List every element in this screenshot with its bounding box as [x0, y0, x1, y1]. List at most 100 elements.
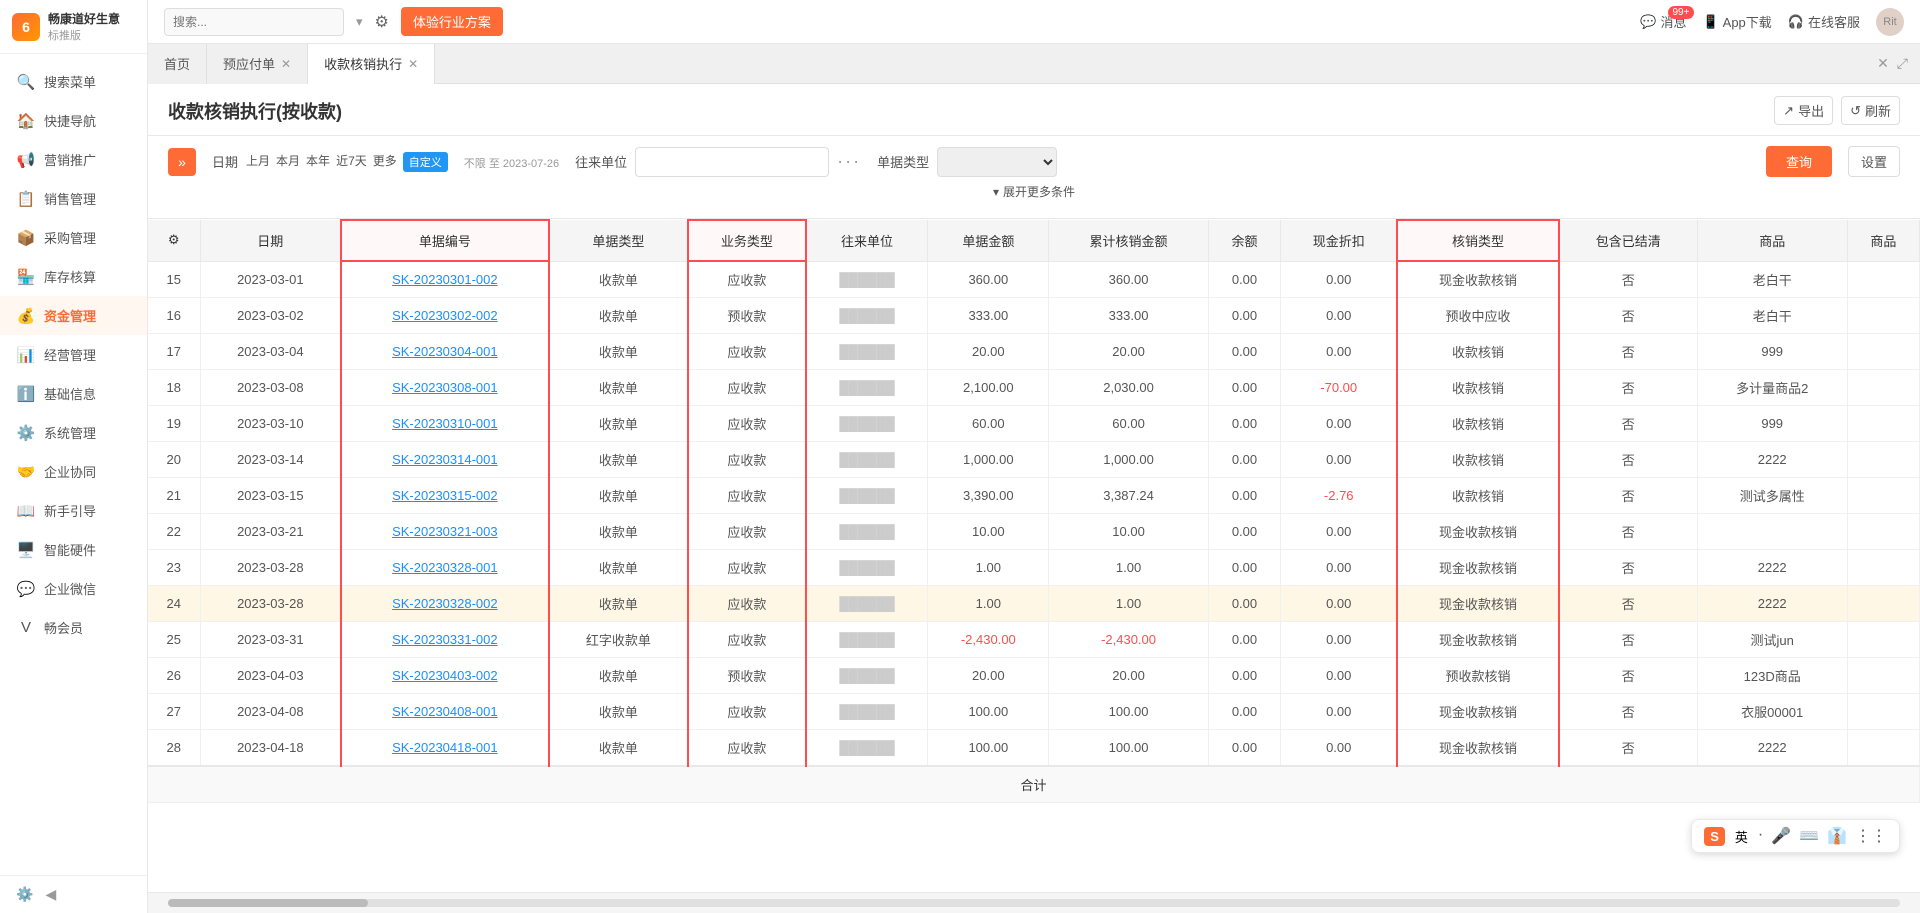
tab-home[interactable]: 首页: [148, 44, 207, 84]
date-option-本月[interactable]: 本月: [276, 152, 300, 172]
ime-dot-icon[interactable]: ·: [1758, 826, 1763, 846]
tab-close-pre-receivable[interactable]: ✕: [281, 57, 291, 71]
settings-button[interactable]: 设置: [1848, 146, 1900, 177]
cell-voucher_no[interactable]: SK-20230403-002: [341, 658, 549, 694]
sidebar-item-marketing[interactable]: 📢营销推广: [0, 140, 147, 179]
ime-lang-label[interactable]: 英: [1735, 827, 1748, 846]
tab-pre-receivable[interactable]: 预应付单✕: [207, 44, 308, 84]
user-avatar[interactable]: Rit: [1876, 8, 1904, 36]
sidebar-item-hardware[interactable]: 🖥️智能硬件: [0, 530, 147, 569]
table-row[interactable]: 162023-03-02SK-20230302-002收款单预收款██████3…: [148, 298, 1920, 334]
horizontal-scrollbar[interactable]: [168, 899, 1900, 907]
topbar-online-service[interactable]: 🎧 在线客服: [1788, 12, 1860, 31]
counterparty-input[interactable]: [635, 147, 829, 177]
cell-voucher_no[interactable]: SK-20230310-001: [341, 406, 549, 442]
tab-close-collection-verify[interactable]: ✕: [408, 57, 418, 71]
cell-voucher_no[interactable]: SK-20230301-002: [341, 261, 549, 298]
date-option-上月[interactable]: 上月: [246, 152, 270, 172]
cell-verify_type: 收款核销: [1397, 370, 1558, 406]
voucher-link[interactable]: SK-20230331-002: [392, 632, 498, 647]
table-row[interactable]: 212023-03-15SK-20230315-002收款单应收款██████3…: [148, 478, 1920, 514]
table-row[interactable]: 182023-03-08SK-20230308-001收款单应收款██████2…: [148, 370, 1920, 406]
voucher-link[interactable]: SK-20230310-001: [392, 416, 498, 431]
table-row[interactable]: 232023-03-28SK-20230328-001收款单应收款██████1…: [148, 550, 1920, 586]
settings-icon[interactable]: ⚙️: [16, 886, 33, 903]
collapse-icon[interactable]: ◀: [45, 886, 56, 903]
table-row[interactable]: 252023-03-31SK-20230331-002红字收款单应收款█████…: [148, 622, 1920, 658]
voucher-link[interactable]: SK-20230408-001: [392, 704, 498, 719]
sidebar-item-wechat[interactable]: 💬企业微信: [0, 569, 147, 608]
cell-amount: 1.00: [928, 586, 1049, 622]
table-row[interactable]: 272023-04-08SK-20230408-001收款单应收款██████1…: [148, 694, 1920, 730]
voucher-link[interactable]: SK-20230308-001: [392, 380, 498, 395]
voucher-link[interactable]: SK-20230302-002: [392, 308, 498, 323]
cell-voucher_no[interactable]: SK-20230315-002: [341, 478, 549, 514]
voucher-link[interactable]: SK-20230418-001: [392, 740, 498, 755]
topbar-search-input[interactable]: [164, 8, 344, 36]
sidebar-item-search[interactable]: 🔍搜索菜单: [0, 62, 147, 101]
refresh-button[interactable]: ↺刷新: [1841, 96, 1900, 125]
col-header-settings[interactable]: ⚙: [148, 220, 200, 261]
voucher-link[interactable]: SK-20230315-002: [392, 488, 498, 503]
sidebar-item-purchase[interactable]: 📦采购管理: [0, 218, 147, 257]
voucher-link[interactable]: SK-20230328-002: [392, 596, 498, 611]
sidebar-item-sales[interactable]: 📋销售管理: [0, 179, 147, 218]
voucher-link[interactable]: SK-20230301-002: [392, 272, 498, 287]
ime-shirt-icon[interactable]: 👔: [1827, 826, 1847, 846]
sidebar-item-inventory[interactable]: 🏪库存核算: [0, 257, 147, 296]
sidebar-item-basic[interactable]: ℹ️基础信息: [0, 374, 147, 413]
date-custom-button[interactable]: 自定义: [403, 152, 448, 172]
cell-voucher_no[interactable]: SK-20230408-001: [341, 694, 549, 730]
topbar-gear-icon[interactable]: ⚙: [375, 12, 389, 32]
export-button[interactable]: ↗导出: [1774, 96, 1833, 125]
cell-voucher_no[interactable]: SK-20230302-002: [341, 298, 549, 334]
cell-voucher_no[interactable]: SK-20230321-003: [341, 514, 549, 550]
voucher-type-select[interactable]: [937, 147, 1057, 177]
voucher-link[interactable]: SK-20230328-001: [392, 560, 498, 575]
date-option-更多[interactable]: 更多: [373, 152, 397, 172]
table-row[interactable]: 222023-03-21SK-20230321-003收款单应收款██████1…: [148, 514, 1920, 550]
sidebar-item-enterprise[interactable]: 🤝企业协同: [0, 452, 147, 491]
counterparty-dots[interactable]: ···: [837, 151, 861, 172]
tab-collection-verify[interactable]: 收款核销执行✕: [308, 44, 435, 84]
table-row[interactable]: 172023-03-04SK-20230304-001收款单应收款██████2…: [148, 334, 1920, 370]
sidebar-item-quick-nav[interactable]: 🏠快捷导航: [0, 101, 147, 140]
ime-mic-icon[interactable]: 🎤: [1771, 826, 1791, 846]
table-row[interactable]: 202023-03-14SK-20230314-001收款单应收款██████1…: [148, 442, 1920, 478]
topbar-chevron-icon[interactable]: ▾: [356, 14, 363, 30]
sidebar-item-member[interactable]: V畅会员: [0, 608, 147, 647]
date-option-本年[interactable]: 本年: [306, 152, 330, 172]
maximize-icon[interactable]: ⤢: [1897, 55, 1908, 72]
table-row[interactable]: 152023-03-01SK-20230301-002收款单应收款██████3…: [148, 261, 1920, 298]
date-option-近7天[interactable]: 近7天: [336, 152, 367, 172]
sidebar-item-system[interactable]: ⚙️系统管理: [0, 413, 147, 452]
voucher-link[interactable]: SK-20230314-001: [392, 452, 498, 467]
voucher-link[interactable]: SK-20230321-003: [392, 524, 498, 539]
sidebar-item-operation[interactable]: 📊经营管理: [0, 335, 147, 374]
table-row[interactable]: 282023-04-18SK-20230418-001收款单应收款██████1…: [148, 730, 1920, 767]
cell-voucher_no[interactable]: SK-20230331-002: [341, 622, 549, 658]
cell-cash_discount: 0.00: [1281, 694, 1398, 730]
voucher-link[interactable]: SK-20230403-002: [392, 668, 498, 683]
cell-voucher_no[interactable]: SK-20230304-001: [341, 334, 549, 370]
filter-toggle-button[interactable]: »: [168, 148, 196, 176]
sidebar-item-guide[interactable]: 📖新手引导: [0, 491, 147, 530]
industry-solution-button[interactable]: 体验行业方案: [401, 7, 503, 36]
cell-voucher_no[interactable]: SK-20230328-001: [341, 550, 549, 586]
cell-voucher_no[interactable]: SK-20230314-001: [341, 442, 549, 478]
topbar-app-download[interactable]: 📱 App下载: [1702, 12, 1771, 31]
ime-keyboard-icon[interactable]: ⌨️: [1799, 826, 1819, 846]
table-row[interactable]: 262023-04-03SK-20230403-002收款单预收款██████2…: [148, 658, 1920, 694]
close-all-tabs-icon[interactable]: ✕: [1877, 55, 1889, 72]
topbar-messages[interactable]: 💬 消息 99+: [1640, 12, 1686, 31]
expand-conditions-button[interactable]: ▾ 展开更多条件: [993, 183, 1075, 200]
sidebar-item-capital[interactable]: 💰资金管理: [0, 296, 147, 335]
table-row[interactable]: 242023-03-28SK-20230328-002收款单应收款██████1…: [148, 586, 1920, 622]
query-button[interactable]: 查询: [1766, 146, 1832, 177]
table-row[interactable]: 192023-03-10SK-20230310-001收款单应收款██████6…: [148, 406, 1920, 442]
ime-grid-icon[interactable]: ⋮⋮: [1855, 826, 1887, 846]
cell-voucher_no[interactable]: SK-20230308-001: [341, 370, 549, 406]
cell-voucher_no[interactable]: SK-20230418-001: [341, 730, 549, 767]
cell-voucher_no[interactable]: SK-20230328-002: [341, 586, 549, 622]
voucher-link[interactable]: SK-20230304-001: [392, 344, 498, 359]
